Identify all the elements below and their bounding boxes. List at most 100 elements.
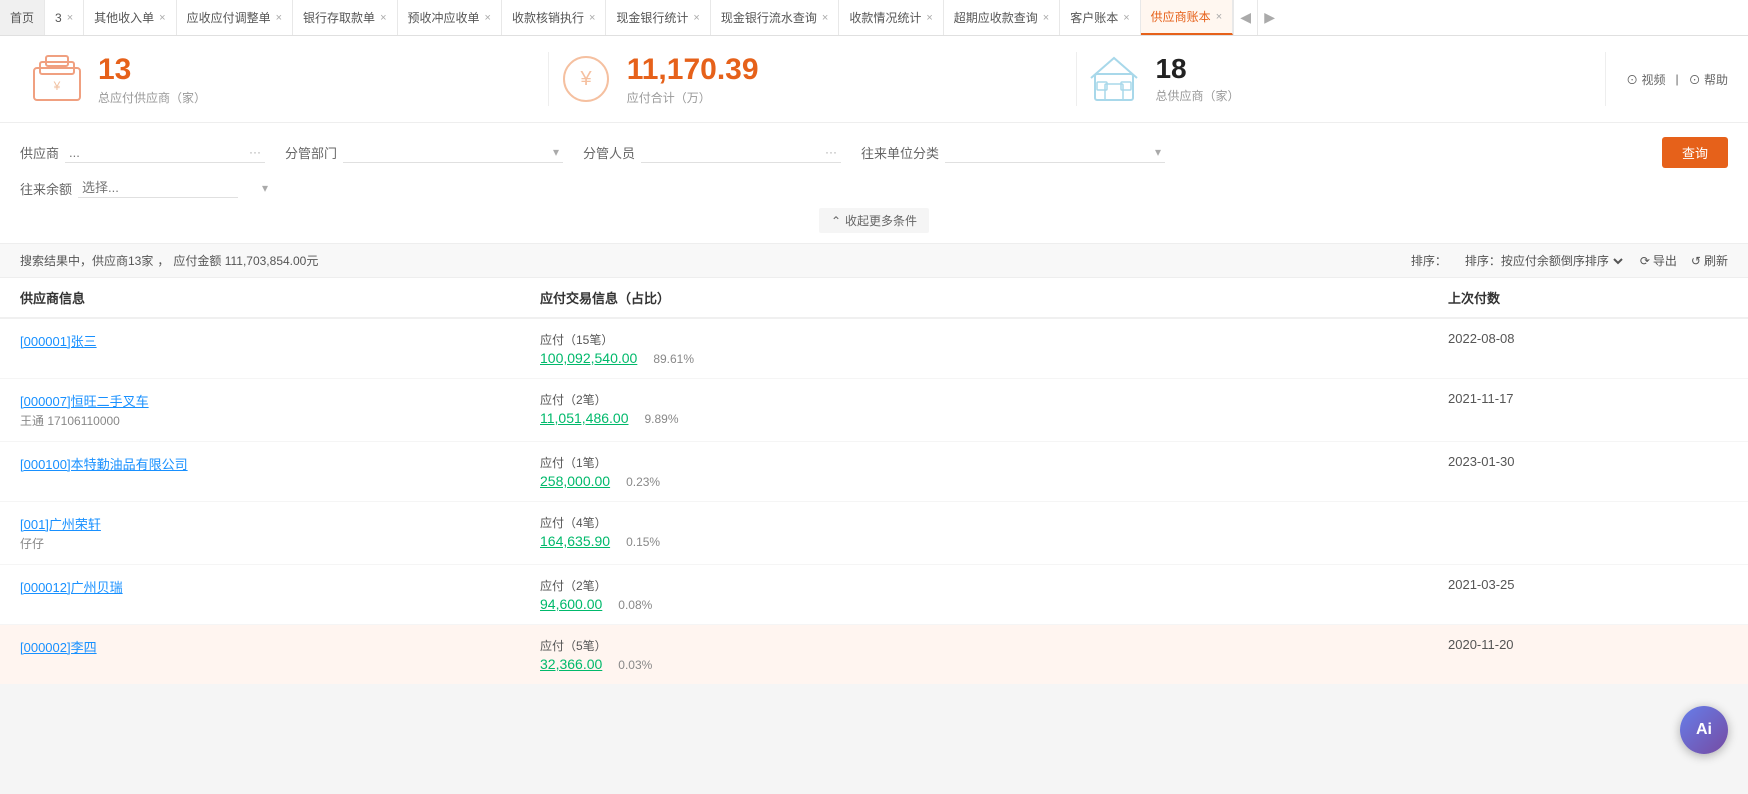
unit-class-dropdown-icon[interactable]: ▾: [1155, 145, 1165, 159]
nav-tab-supplier-account[interactable]: 供应商账本 ×: [1141, 0, 1233, 35]
close-tab-collect-stat[interactable]: ×: [926, 12, 932, 24]
supplier-input[interactable]: [65, 143, 249, 162]
supplier-link-1[interactable]: [000001]张三: [20, 331, 540, 350]
collapse-up-icon: ⌃: [831, 214, 841, 228]
nav-prev-arrow[interactable]: ◀: [1233, 0, 1257, 35]
payable-row-5: 94,600.00 0.08%: [540, 594, 1448, 612]
export-button[interactable]: ⟳ 导出: [1640, 252, 1677, 269]
supplier-info-6: [000002]李四: [20, 637, 540, 656]
sort-select[interactable]: 排序：按应付余额倒序排序: [1461, 253, 1626, 269]
nav-tab-collect-verify[interactable]: 收款核销执行 ×: [502, 0, 606, 35]
nav-tab-bank-deposit[interactable]: 银行存取款单 ×: [293, 0, 397, 35]
stat-info-total-suppliers: 18 总供应商（家）: [1155, 54, 1239, 105]
stat-card-total-suppliers: 18 总供应商（家）: [1077, 52, 1606, 106]
person-input[interactable]: [641, 143, 825, 162]
close-tab-cash-bank-stat[interactable]: ×: [693, 12, 699, 24]
ai-floating-button[interactable]: Ai: [1680, 706, 1728, 754]
nav-tab-home[interactable]: 首页: [0, 0, 45, 35]
close-tab-supplier-account[interactable]: ×: [1216, 11, 1222, 23]
payable-label-6: 应付（5笔）: [540, 637, 1448, 654]
filter-area: 供应商 ··· 分管部门 ▾ 分管人员 ··· 往来单位分类: [0, 123, 1748, 244]
close-tab-ar-adjust[interactable]: ×: [276, 12, 282, 24]
supplier-info-2: [000007]恒旺二手叉车 王通 17106110000: [20, 391, 540, 429]
stat-number-total-suppliers: 18: [1155, 54, 1239, 85]
export-icon: ⟳: [1640, 254, 1650, 268]
divider: |: [1676, 72, 1679, 86]
filter-row-2: 往来余额 ▾: [20, 178, 1728, 198]
dept-input[interactable]: [343, 143, 553, 162]
payable-row-6: 32,366.00 0.03%: [540, 654, 1448, 672]
nav-tab-ar-adjust[interactable]: 应收应付调整单 ×: [177, 0, 293, 35]
payable-amount-6: 32,366.00: [540, 656, 602, 672]
last-payment-6: 2020-11-20: [1448, 637, 1728, 652]
close-tab-other-income[interactable]: ×: [159, 12, 165, 24]
stat-number-payable-total: 11,170.39: [627, 53, 759, 86]
help-link[interactable]: ⊙ 帮助: [1689, 71, 1728, 88]
nav-tab-other-income[interactable]: 其他收入单 ×: [84, 0, 176, 35]
payable-label-4: 应付（4笔）: [540, 514, 1448, 531]
payable-amount-link-3[interactable]: 258,000.00: [540, 473, 610, 489]
last-payment-1: 2022-08-08: [1448, 331, 1728, 346]
nav-next-arrow[interactable]: ▶: [1257, 0, 1281, 35]
last-payment-5: 2021-03-25: [1448, 577, 1728, 592]
supplier-link-4[interactable]: [001]广州荣轩: [20, 514, 540, 533]
unit-class-input[interactable]: [945, 143, 1155, 162]
collapse-button[interactable]: ⌃ 收起更多条件: [819, 208, 929, 233]
supplier-filter-label: 供应商: [20, 143, 59, 162]
person-more-icon[interactable]: ···: [825, 145, 841, 159]
close-tab-overdue-query[interactable]: ×: [1043, 12, 1049, 24]
top-right-links: ⊙ 视频 | ⊙ 帮助: [1606, 71, 1728, 88]
payable-info-3: 应付（1笔） 258,000.00 0.23%: [540, 454, 1448, 489]
balance-input-wrapper: ▾: [78, 178, 238, 198]
nav-tab-3[interactable]: 3 ×: [45, 0, 84, 35]
video-link[interactable]: ⊙ 视频: [1626, 71, 1665, 88]
close-tab-cash-bank-flow[interactable]: ×: [822, 12, 828, 24]
dept-input-wrapper: ▾: [343, 143, 563, 163]
supplier-sub-4: 仔仔: [20, 535, 540, 552]
stat-label-payable-suppliers: 总应付供应商（家）: [98, 89, 206, 106]
sort-label: 排序：: [1411, 252, 1447, 269]
svg-text:¥: ¥: [579, 68, 592, 90]
nav-tab-prepay-collect[interactable]: 预收冲应收单 ×: [398, 0, 502, 35]
nav-tab-collect-stat[interactable]: 收款情况统计 ×: [839, 0, 943, 35]
supplier-link-2[interactable]: [000007]恒旺二手叉车: [20, 391, 540, 410]
dept-dropdown-icon[interactable]: ▾: [553, 145, 563, 159]
payable-pct-2: 9.89%: [645, 412, 679, 426]
payable-amount-link-2[interactable]: 11,051,486.00: [540, 410, 629, 426]
stat-info-payable-total: 11,170.39 应付合计（万）: [627, 53, 759, 106]
nav-tab-overdue-query[interactable]: 超期应收款查询 ×: [944, 0, 1060, 35]
payable-row-2: 11,051,486.00 9.89%: [540, 408, 1448, 426]
stat-label-total-suppliers: 总供应商（家）: [1155, 87, 1239, 104]
balance-dropdown-icon[interactable]: ▾: [262, 181, 272, 195]
payable-info-2: 应付（2笔） 11,051,486.00 9.89%: [540, 391, 1448, 426]
close-tab-collect-verify[interactable]: ×: [589, 12, 595, 24]
payable-amount-1: 100,092,540.00: [540, 350, 637, 366]
payable-amount-link-5[interactable]: 94,600.00: [540, 596, 602, 612]
payable-amount-link-6[interactable]: 32,366.00: [540, 656, 602, 672]
close-tab-3[interactable]: ×: [67, 12, 73, 24]
supplier-link-6[interactable]: [000002]李四: [20, 637, 540, 656]
nav-tab-customer-account[interactable]: 客户账本 ×: [1060, 0, 1140, 35]
nav-tab-cash-bank-stat[interactable]: 现金银行统计 ×: [606, 0, 710, 35]
supplier-link-3[interactable]: [000100]本特勤油品有限公司: [20, 454, 540, 473]
payable-amount-link-1[interactable]: 100,092,540.00: [540, 350, 637, 366]
close-tab-prepay-collect[interactable]: ×: [485, 12, 491, 24]
search-button[interactable]: 查询: [1662, 137, 1728, 168]
payable-amount-link-4[interactable]: 164,635.90: [540, 533, 610, 549]
right-actions: 排序： 排序：按应付余额倒序排序 ⟳ 导出 ↺ 刷新: [1411, 252, 1728, 269]
unit-class-filter-label: 往来单位分类: [861, 143, 939, 162]
result-text-2: 应付金额 111,703,854.00元: [173, 252, 318, 269]
payable-info-6: 应付（5笔） 32,366.00 0.03%: [540, 637, 1448, 672]
table-row: [000012]广州贝瑞 应付（2笔） 94,600.00 0.08% 2021…: [0, 565, 1748, 625]
payable-row-3: 258,000.00 0.23%: [540, 471, 1448, 489]
supplier-more-icon[interactable]: ···: [249, 145, 265, 159]
person-filter-label: 分管人员: [583, 143, 635, 162]
stat-number-payable-suppliers: 13: [98, 53, 206, 86]
refresh-button[interactable]: ↺ 刷新: [1691, 252, 1728, 269]
table-area: 供应商信息 应付交易信息（占比） 上次付数 [000001]张三 应付（15笔）…: [0, 278, 1748, 685]
balance-input[interactable]: [78, 178, 262, 197]
supplier-link-5[interactable]: [000012]广州贝瑞: [20, 577, 540, 596]
close-tab-customer-account[interactable]: ×: [1123, 12, 1129, 24]
close-tab-bank-deposit[interactable]: ×: [380, 12, 386, 24]
nav-tab-cash-bank-flow[interactable]: 现金银行流水查询 ×: [711, 0, 839, 35]
